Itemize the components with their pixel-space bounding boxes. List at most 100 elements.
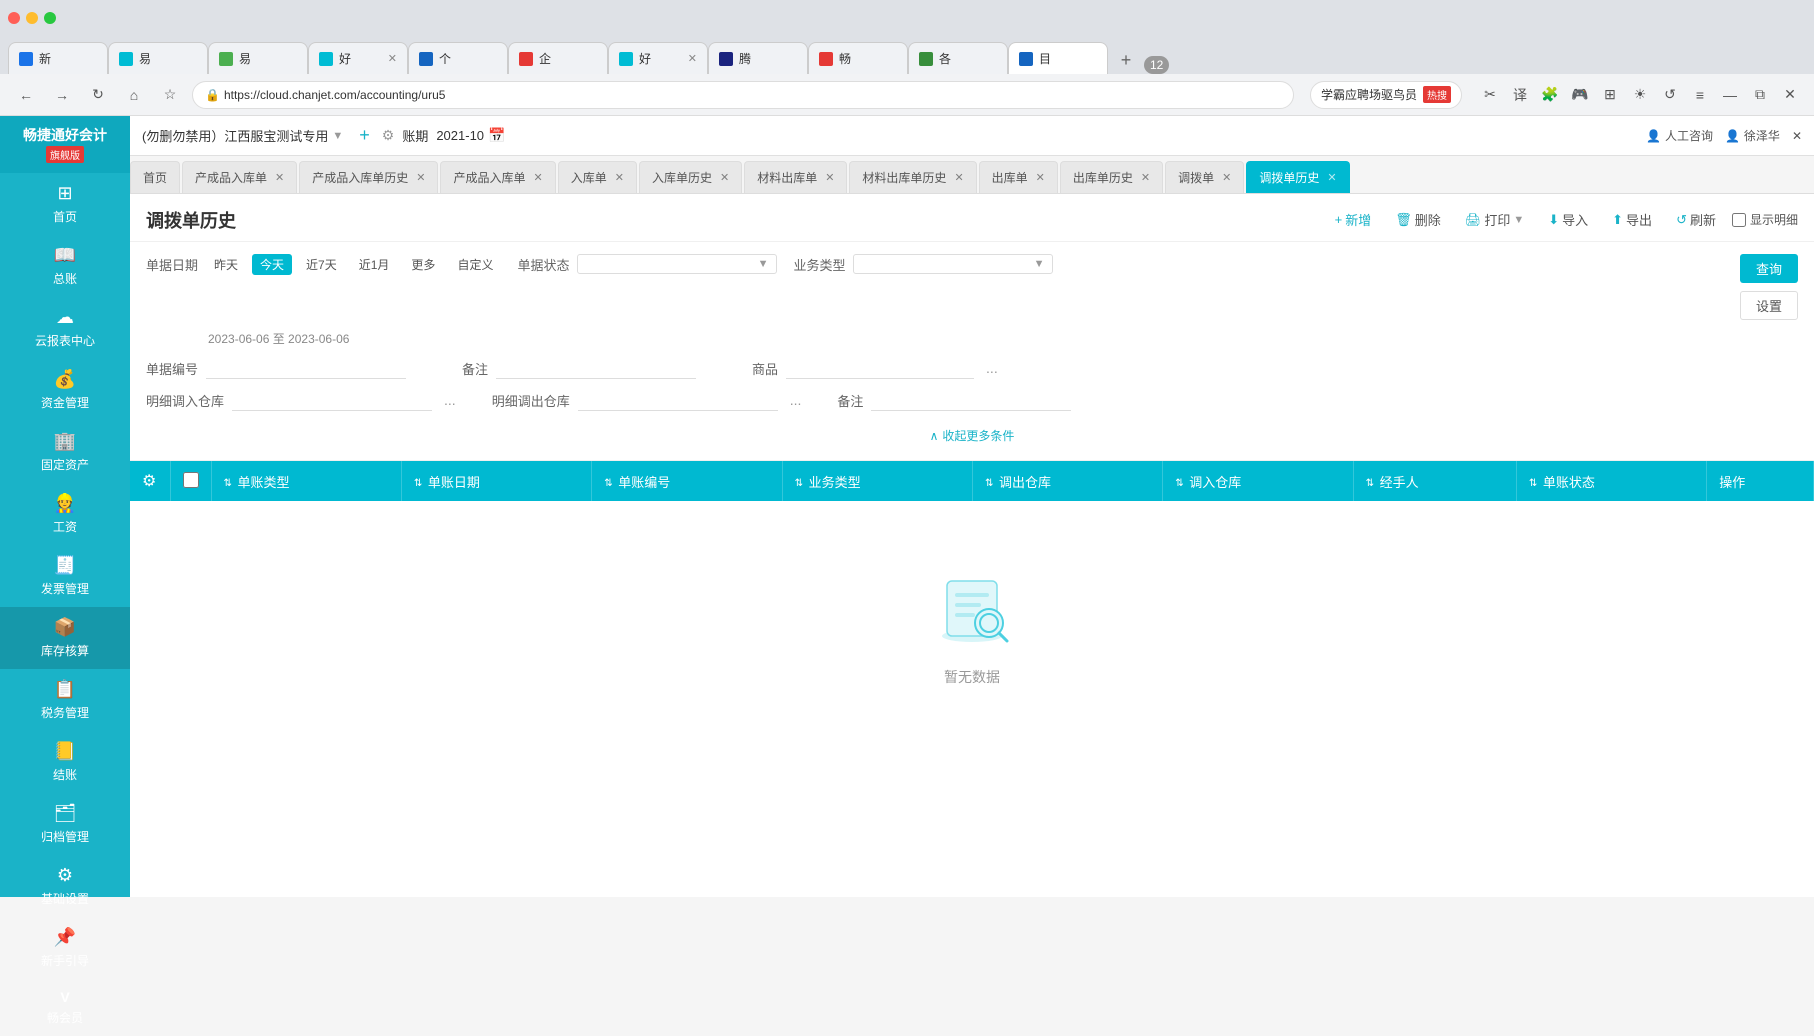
sidebar-item-fixed-assets[interactable]: 🏢 固定资产 (0, 421, 130, 483)
forward-button[interactable]: → (48, 81, 76, 109)
date-btn-more[interactable]: 更多 (403, 254, 443, 275)
sidebar-item-vip[interactable]: V 畅会员 (0, 979, 130, 1036)
page-tab-8[interactable]: 出库单历史 ✕ (1060, 161, 1163, 193)
menu-icon[interactable]: ≡ (1688, 83, 1712, 107)
page-tab-close-4[interactable]: ✕ (720, 171, 729, 184)
company-selector[interactable]: (勿删勿禁用）江西服宝测试专用 ▼ (142, 126, 343, 145)
date-btn-custom[interactable]: 自定义 (449, 254, 501, 275)
page-tab-close-1[interactable]: ✕ (416, 171, 425, 184)
page-tab-1[interactable]: 产成品入库单历史 ✕ (299, 161, 438, 193)
page-tab-home[interactable]: 首页 (130, 161, 180, 193)
browser-tab-1[interactable]: 易 (108, 42, 208, 74)
scissors-icon[interactable]: ✂ (1478, 83, 1502, 107)
sidebar-item-invoice[interactable]: 🧾 发票管理 (0, 545, 130, 607)
browser-tab-7[interactable]: 腾 (708, 42, 808, 74)
page-tab-2[interactable]: 产成品入库单 ✕ (440, 161, 555, 193)
goods-input[interactable] (786, 357, 974, 379)
user-btn[interactable]: 👤 徐泽华 (1725, 127, 1780, 144)
page-tab-close-3[interactable]: ✕ (615, 171, 624, 184)
sidebar-item-salary[interactable]: 👷 工资 (0, 483, 130, 545)
sidebar-item-close-account[interactable]: 📒 结账 (0, 731, 130, 793)
sidebar-item-fund[interactable]: 💰 资金管理 (0, 359, 130, 421)
collapse-button[interactable]: ∧ 收起更多条件 (918, 423, 1027, 448)
show-toggle-checkbox[interactable] (1732, 213, 1746, 227)
translate-icon[interactable]: 译 (1508, 83, 1532, 107)
close-app-btn[interactable]: ✕ (1792, 129, 1802, 143)
settings-gear[interactable]: ⚙ (382, 127, 395, 144)
page-tab-close-9[interactable]: ✕ (1222, 171, 1231, 184)
table-settings-icon[interactable]: ⚙ (142, 471, 156, 491)
browser-tab-2[interactable]: 易 (208, 42, 308, 74)
browser-tab-10[interactable]: 目 (1008, 42, 1108, 74)
back-button[interactable]: ← (12, 81, 40, 109)
query-button[interactable]: 查询 (1740, 254, 1798, 283)
remark-input[interactable] (496, 357, 696, 379)
page-tab-4[interactable]: 入库单历史 ✕ (639, 161, 742, 193)
grid-icon[interactable]: ⊞ (1598, 83, 1622, 107)
date-btn-7days[interactable]: 近7天 (298, 254, 345, 275)
sidebar-item-ledger[interactable]: 📖 总账 (0, 235, 130, 297)
date-btn-today[interactable]: 今天 (252, 254, 292, 275)
page-tab-10[interactable]: 调拨单历史 ✕ (1246, 161, 1349, 193)
page-tab-9[interactable]: 调拨单 ✕ (1165, 161, 1244, 193)
home-button[interactable]: ⌂ (120, 81, 148, 109)
history-icon[interactable]: ↺ (1658, 83, 1682, 107)
period-selector[interactable]: 账期 2021-10 📅 (402, 126, 505, 145)
address-bar[interactable]: 🔒 https://cloud.chanjet.com/accounting/u… (192, 81, 1294, 109)
sidebar-item-inventory[interactable]: 📦 库存核算 (0, 607, 130, 669)
minimize-btn[interactable]: — (1718, 83, 1742, 107)
print-button[interactable]: 🖨 打印 ▼ (1457, 206, 1532, 233)
browser-tab-3[interactable]: 好 ✕ (308, 42, 408, 74)
status-dropdown[interactable]: ▼ (577, 254, 777, 274)
bookmark-button[interactable]: ☆ (156, 81, 184, 109)
browser-tab-6[interactable]: 好 ✕ (608, 42, 708, 74)
restore-btn[interactable]: ⧉ (1748, 83, 1772, 107)
page-tab-close-7[interactable]: ✕ (1036, 171, 1045, 184)
period-add-btn[interactable]: + (359, 125, 370, 146)
select-all-checkbox[interactable] (183, 472, 199, 488)
sidebar-item-settings[interactable]: ⚙ 基础设置 (0, 855, 130, 917)
refresh-button[interactable]: ↻ (84, 81, 112, 109)
sidebar-item-cloud-report[interactable]: ☁ 云报表中心 (0, 297, 130, 359)
page-tab-6[interactable]: 材料出库单历史 ✕ (849, 161, 976, 193)
theme-icon[interactable]: ☀ (1628, 83, 1652, 107)
maximize-window-btn[interactable] (44, 12, 56, 24)
page-tab-close-6[interactable]: ✕ (954, 171, 963, 184)
warehouse-out-input[interactable] (578, 389, 778, 411)
delete-button[interactable]: 🗑 删除 (1387, 206, 1449, 233)
sidebar-item-archive[interactable]: 🗂 归档管理 (0, 793, 130, 855)
close-window-btn[interactable] (8, 12, 20, 24)
page-tab-5[interactable]: 材料出库单 ✕ (744, 161, 847, 193)
date-btn-1month[interactable]: 近1月 (351, 254, 398, 275)
browser-tab-9[interactable]: 各 (908, 42, 1008, 74)
business-dropdown[interactable]: ▼ (853, 254, 1053, 274)
doc-no-input[interactable] (206, 357, 406, 379)
tab-close-6[interactable]: ✕ (688, 52, 697, 65)
export-button[interactable]: ⬆ 导出 (1604, 206, 1660, 233)
page-tab-close-2[interactable]: ✕ (534, 171, 543, 184)
new-tab-button[interactable]: + (1112, 46, 1140, 74)
close-btn[interactable]: ✕ (1778, 83, 1802, 107)
note-input[interactable] (871, 389, 1071, 411)
page-tab-0[interactable]: 产成品入库单 ✕ (182, 161, 297, 193)
refresh-action-button[interactable]: ↺ 刷新 (1668, 206, 1724, 233)
page-tab-3[interactable]: 入库单 ✕ (558, 161, 637, 193)
page-tab-7[interactable]: 出库单 ✕ (979, 161, 1058, 193)
filter-settings-button[interactable]: 设置 (1740, 291, 1798, 320)
browser-search[interactable]: 学霸应聘场驱鸟员 热搜 (1310, 81, 1462, 109)
warehouse-in-input[interactable] (232, 389, 432, 411)
page-tab-close-5[interactable]: ✕ (825, 171, 834, 184)
browser-tab-8[interactable]: 畅 (808, 42, 908, 74)
sidebar-item-home[interactable]: ⊞ 首页 (0, 173, 130, 235)
goods-ellipsis[interactable]: ... (986, 360, 998, 376)
game-icon[interactable]: 🎮 (1568, 83, 1592, 107)
sidebar-item-guide[interactable]: 📌 新手引导 (0, 917, 130, 979)
sidebar-item-tax[interactable]: 📋 税务管理 (0, 669, 130, 731)
date-btn-yesterday[interactable]: 昨天 (206, 254, 246, 275)
service-btn[interactable]: 👤 人工咨询 (1646, 127, 1713, 144)
tab-close-3[interactable]: ✕ (388, 52, 397, 65)
minimize-window-btn[interactable] (26, 12, 38, 24)
warehouse-out-ellipsis[interactable]: ... (790, 392, 802, 408)
sidebar-logo[interactable]: 畅捷通好会计 旗舰版 (0, 116, 130, 173)
browser-tab-0[interactable]: 新 (8, 42, 108, 74)
